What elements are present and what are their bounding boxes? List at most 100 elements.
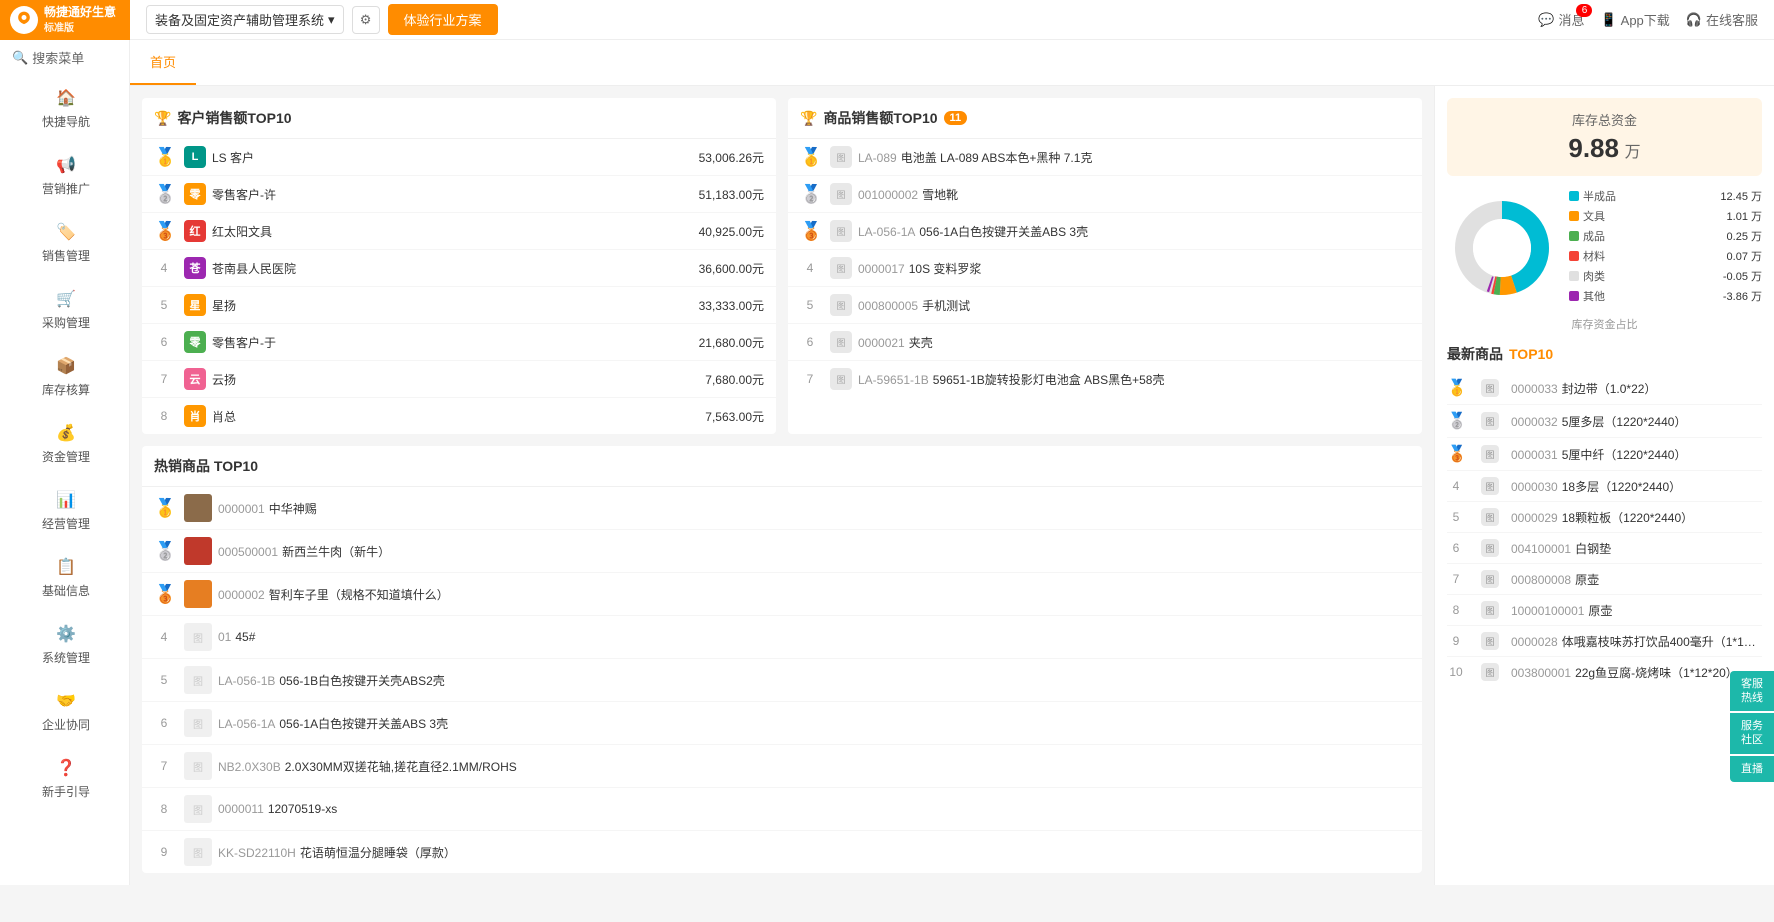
customer-top10-card: 🏆 客户销售额TOP10 🥇 L LS 客户 53,006.26元 🥈 零 零售… xyxy=(142,98,776,434)
sidebar-item-finance[interactable]: 💰 资金管理 xyxy=(0,410,129,477)
inventory-label: 库存总资金 xyxy=(1463,110,1746,129)
customer-row[interactable]: 🥉 红 红太阳文具 40,925.00元 xyxy=(142,213,776,250)
customer-row[interactable]: 🥇 L LS 客户 53,006.26元 xyxy=(142,139,776,176)
hot-product-row[interactable]: 4 图 0145# xyxy=(142,616,1422,659)
enterprise-icon: 🤝 xyxy=(55,690,77,712)
sidebar: 🔍 搜索菜单 🏠 快捷导航 📢 营销推广 🏷️ 销售管理 🛒 采购管理 📦 库存… xyxy=(0,40,130,885)
customer-row[interactable]: 5 星 星扬 33,333.00元 xyxy=(142,287,776,324)
hot-product-row[interactable]: 8 图 000001112070519-xs xyxy=(142,788,1422,831)
product-sales-top10-card: 🏆 商品销售额TOP10 11 🥇 图 LA-089电池盖 LA-089 ABS… xyxy=(788,98,1422,434)
sidebar-item-purchase[interactable]: 🛒 采购管理 xyxy=(0,276,129,343)
new-product-row[interactable]: 7 图 000800008原壶 xyxy=(1447,564,1762,595)
purchase-icon: 🛒 xyxy=(55,288,77,310)
guide-icon: ❓ xyxy=(55,757,77,779)
customer-row[interactable]: 8 肖 肖总 7,563.00元 xyxy=(142,398,776,434)
sidebar-item-inventory[interactable]: 📦 库存核算 xyxy=(0,343,129,410)
sidebar-item-guide[interactable]: ❓ 新手引导 xyxy=(0,745,129,812)
inventory-total-card: 库存总资金 9.88 万 xyxy=(1447,98,1762,176)
new-products-section: 最新商品 TOP10 🥇 图 0000033封边带（1.0*22） 🥈 图 00… xyxy=(1447,344,1762,687)
topbar-center: 装备及固定资产辅助管理系统 ▾ ⚙ 体验行业方案 xyxy=(130,4,1538,35)
sidebar-item-operation[interactable]: 📊 经营管理 xyxy=(0,477,129,544)
hot-product-row[interactable]: 🥉 0000002智利车子里（规格不知道填什么） xyxy=(142,573,1422,616)
hot-product-row[interactable]: 🥈 000500001新西兰牛肉（新牛） xyxy=(142,530,1422,573)
phone-icon: 📱 xyxy=(1600,12,1616,28)
home-icon: 🏠 xyxy=(55,87,77,109)
settings-button[interactable]: ⚙ xyxy=(352,6,380,34)
new-product-row[interactable]: 8 图 10000100001原壶 xyxy=(1447,595,1762,626)
basic-icon: 📋 xyxy=(55,556,77,578)
product-thumbnail: 图 xyxy=(184,752,212,780)
product-sold-row[interactable]: 6 图 0000021夹壳 xyxy=(788,324,1422,361)
system-icon: ⚙️ xyxy=(55,623,77,645)
new-products-suffix: TOP10 xyxy=(1509,346,1553,362)
sidebar-item-basic[interactable]: 📋 基础信息 xyxy=(0,544,129,611)
sidebar-item-system[interactable]: ⚙️ 系统管理 xyxy=(0,611,129,678)
sidebar-item-shortcut[interactable]: 🏠 快捷导航 xyxy=(0,75,129,142)
inventory-number: 9.88 xyxy=(1568,133,1619,163)
product-badge-count: 11 xyxy=(944,111,968,125)
logo-icon xyxy=(10,6,38,34)
float-service-btn[interactable]: 客服 热线 xyxy=(1730,671,1774,712)
new-product-row[interactable]: 🥇 图 0000033封边带（1.0*22） xyxy=(1447,372,1762,405)
main-content: 首页 🏆 客户销售额TOP10 🥇 L LS 客户 53,006.26元 🥈 零 xyxy=(130,40,1774,885)
hot-product-row[interactable]: 9 图 KK-SD22110H花语萌恒温分腿睡袋（厚款） xyxy=(142,831,1422,873)
message-badge: 6 xyxy=(1576,4,1592,17)
nav-tabs: 首页 xyxy=(130,40,1774,86)
sidebar-item-sales[interactable]: 🏷️ 销售管理 xyxy=(0,209,129,276)
float-live-btn[interactable]: 直播 xyxy=(1730,756,1774,782)
product-thumbnail: 图 xyxy=(184,795,212,823)
logo-text: 畅捷通好生意 xyxy=(44,5,116,19)
legend-item: 文具 1.01 万 xyxy=(1569,208,1762,224)
hot-product-row[interactable]: 6 图 LA-056-1A056-1A白色按键开关盖ABS 3壳 xyxy=(142,702,1422,745)
float-community-btn[interactable]: 服务 社区 xyxy=(1730,713,1774,754)
hot-product-row[interactable]: 5 图 LA-056-1B056-1B白色按键开关壳ABS2壳 xyxy=(142,659,1422,702)
product-sold-row[interactable]: 🥇 图 LA-089电池盖 LA-089 ABS本色+黑种 7.1克 xyxy=(788,139,1422,176)
customer-row[interactable]: 4 苍 苍南县人民医院 36,600.00元 xyxy=(142,250,776,287)
sidebar-item-enterprise[interactable]: 🤝 企业协同 xyxy=(0,678,129,745)
new-product-row[interactable]: 🥉 图 00000315厘中纤（1220*2440） xyxy=(1447,438,1762,471)
donut-chart xyxy=(1447,193,1557,303)
new-product-row[interactable]: 10 图 00380000122g鱼豆腐-烧烤味（1*12*20） xyxy=(1447,657,1762,687)
inventory-unit: 万 xyxy=(1625,144,1641,161)
product-sold-row[interactable]: 5 图 000800005手机测试 xyxy=(788,287,1422,324)
hot-product-row[interactable]: 🥇 0000001中华神赐 xyxy=(142,487,1422,530)
new-product-row[interactable]: 9 图 0000028体哦嘉枝味苏打饮品400毫升（1*15） xyxy=(1447,626,1762,657)
sidebar-item-marketing[interactable]: 📢 营销推广 xyxy=(0,142,129,209)
right-panel: 库存总资金 9.88 万 xyxy=(1434,86,1774,885)
product-sold-row[interactable]: 7 图 LA-59651-1B59651-1B旋转投影灯电池盒 ABS黑色+58… xyxy=(788,361,1422,397)
app-download-button[interactable]: 📱 App下载 xyxy=(1600,10,1669,29)
chart-subtitle: 库存资金占比 xyxy=(1447,316,1762,332)
new-product-row[interactable]: 5 图 000002918颗粒板（1220*2440） xyxy=(1447,502,1762,533)
customer-service-button[interactable]: 🎧 在线客服 xyxy=(1686,10,1758,29)
hot-product-row[interactable]: 7 图 NB2.0X30B2.0X30MM双搓花轴,搓花直径2.1MM/ROHS xyxy=(142,745,1422,788)
new-product-row[interactable]: 4 图 000003018多层（1220*2440） xyxy=(1447,471,1762,502)
new-product-row[interactable]: 6 图 004100001白钢垫 xyxy=(1447,533,1762,564)
topbar-right: 💬 消息 6 📱 App下载 🎧 在线客服 xyxy=(1538,10,1758,29)
system-select[interactable]: 装备及固定资产辅助管理系统 ▾ xyxy=(146,5,344,34)
search-menu[interactable]: 🔍 搜索菜单 xyxy=(0,40,129,75)
trial-button[interactable]: 体验行业方案 xyxy=(388,4,498,35)
finance-icon: 💰 xyxy=(55,422,77,444)
legend-item: 材料 0.07 万 xyxy=(1569,248,1762,264)
product-sold-row[interactable]: 🥉 图 LA-056-1A056-1A白色按键开关盖ABS 3壳 xyxy=(788,213,1422,250)
legend-item: 半成品 12.45 万 xyxy=(1569,188,1762,204)
topbar: 畅捷通好生意 标准版 装备及固定资产辅助管理系统 ▾ ⚙ 体验行业方案 💬 消息… xyxy=(0,0,1774,40)
product-thumbnail xyxy=(184,537,212,565)
customer-row[interactable]: 7 云 云扬 7,680.00元 xyxy=(142,361,776,398)
customer-list: 🥇 L LS 客户 53,006.26元 🥈 零 零售客户-许 51,183.0… xyxy=(142,139,776,434)
float-buttons: 客服 热线 服务 社区 直播 xyxy=(1730,671,1774,782)
customer-row[interactable]: 🥈 零 零售客户-许 51,183.00元 xyxy=(142,176,776,213)
product-thumbnail: 图 xyxy=(184,709,212,737)
tab-home[interactable]: 首页 xyxy=(130,40,196,85)
hot-products-title: 热销商品 TOP10 xyxy=(142,446,1422,487)
new-products-list: 🥇 图 0000033封边带（1.0*22） 🥈 图 00000325厘多层（1… xyxy=(1447,372,1762,687)
new-product-row[interactable]: 🥈 图 00000325厘多层（1220*2440） xyxy=(1447,405,1762,438)
product-thumbnail: 图 xyxy=(184,623,212,651)
product-sold-row[interactable]: 4 图 000001710S 变料罗浆 xyxy=(788,250,1422,287)
chart-container: 半成品 12.45 万 文具 1.01 万 成品 0.25 万 材料 0.07 … xyxy=(1447,188,1762,308)
customer-row[interactable]: 6 零 零售客户-于 21,680.00元 xyxy=(142,324,776,361)
product-thumbnail: 图 xyxy=(184,838,212,866)
product-sold-row[interactable]: 🥈 图 001000002雪地靴 xyxy=(788,176,1422,213)
message-button[interactable]: 💬 消息 6 xyxy=(1538,10,1584,29)
product-thumbnail xyxy=(184,494,212,522)
